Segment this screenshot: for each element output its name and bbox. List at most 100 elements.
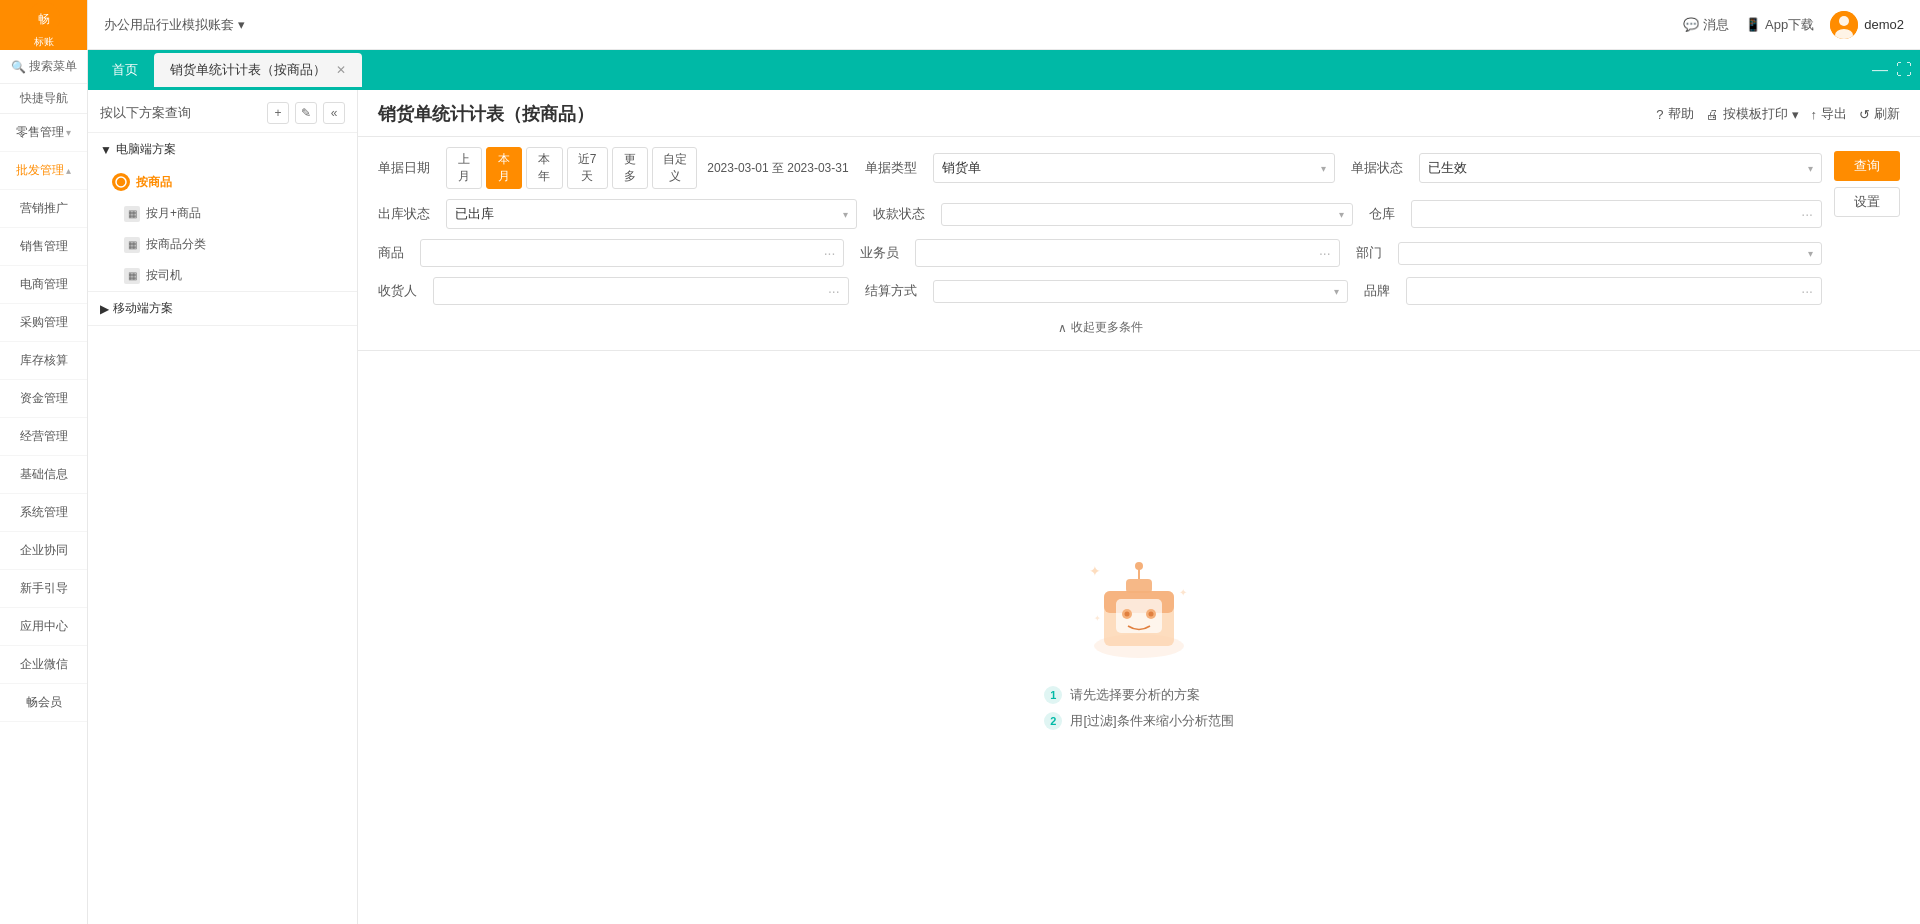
date-last-7-btn[interactable]: 近7天 [567, 147, 608, 189]
collapse-filters-btn[interactable]: ∧ 收起更多条件 [1058, 319, 1143, 336]
date-more-btn[interactable]: 更多 [612, 147, 648, 189]
filter-row-2: 出库状态 已出库 ▾ 收款状态 ▾ 仓库 ·· [378, 199, 1822, 229]
sidebar-item-purchase[interactable]: 采购管理 [0, 304, 87, 342]
collapse-up-icon: ∧ [1058, 321, 1067, 335]
sidebar-item-marketing[interactable]: 营销推广 [0, 190, 87, 228]
left-panel-title: 按以下方案查询 [100, 104, 191, 122]
user-menu[interactable]: demo2 [1830, 11, 1904, 39]
industry-selector[interactable]: 办公用品行业模拟账套 ▾ [104, 16, 245, 34]
sidebar-item-appcenter-label: 应用中心 [20, 619, 68, 633]
brand-input[interactable]: ··· [1406, 277, 1822, 305]
app-download-btn[interactable]: 📱 App下载 [1745, 16, 1814, 34]
export-btn[interactable]: ↑ 导出 [1811, 105, 1848, 123]
add-scheme-btn[interactable]: + [267, 102, 289, 124]
sidebar-item-appcenter[interactable]: 应用中心 [0, 608, 87, 646]
message-btn[interactable]: 💬 消息 [1683, 16, 1729, 34]
mobile-scheme-header[interactable]: ▶ 移动端方案 [88, 292, 357, 325]
scheme-by-product[interactable]: 按商品 [88, 166, 357, 198]
tab-close-icon[interactable]: ✕ [336, 63, 346, 77]
consignee-dots-icon: ··· [828, 283, 840, 299]
chevron-right-icon: ▾ [66, 127, 71, 138]
salesperson-input[interactable]: ··· [915, 239, 1339, 267]
sidebar-item-purchase-label: 采购管理 [20, 315, 68, 329]
logo-text: 标账 [34, 35, 54, 49]
date-custom-btn[interactable]: 自定义 [652, 147, 697, 189]
tab-home[interactable]: 首页 [96, 53, 154, 87]
refresh-btn[interactable]: ↺ 刷新 [1859, 105, 1900, 123]
search-menu-btn[interactable]: 🔍 搜索菜单 [0, 50, 87, 84]
sidebar-menu: 零售管理 ▾ 批发管理 ▴ 营销推广 销售管理 电商管理 采购管理 库存核算 资… [0, 114, 87, 924]
filter-row-1: 单据日期 上月 本月 本年 近7天 更多 自定义 2023-03-01 至 20… [378, 147, 1822, 189]
goods-dots-icon: ··· [824, 245, 836, 261]
header-left: 办公用品行业模拟账套 ▾ [104, 16, 245, 34]
sidebar-item-member[interactable]: 畅会员 [0, 684, 87, 722]
warehouse2-dots-icon: ··· [1801, 206, 1813, 222]
salesperson-label: 业务员 [860, 244, 899, 262]
date-this-year-btn[interactable]: 本年 [526, 147, 562, 189]
collapse-section: ∧ 收起更多条件 [378, 315, 1822, 340]
search-btn[interactable]: 查询 [1834, 151, 1900, 181]
scheme-by-month-product[interactable]: ▦ 按月+商品 [88, 198, 357, 229]
doc-type-selector[interactable]: 销货单 ▾ [933, 153, 1336, 183]
month-product-icon: ▦ [124, 206, 140, 222]
sidebar-item-basic-label: 基础信息 [20, 467, 68, 481]
tab-minimize-btn[interactable]: — [1872, 61, 1888, 79]
settlement-selector[interactable]: ▾ [933, 280, 1349, 303]
dept-arrow-icon: ▾ [1808, 248, 1813, 259]
settlement-label: 结算方式 [865, 282, 917, 300]
sidebar-item-inventory-label: 库存核算 [20, 353, 68, 367]
sidebar-item-newguide[interactable]: 新手引导 [0, 570, 87, 608]
sidebar-item-ecommerce[interactable]: 电商管理 [0, 266, 87, 304]
collapse-panel-btn[interactable]: « [323, 102, 345, 124]
settings-btn[interactable]: 设置 [1834, 187, 1900, 217]
pc-scheme-header[interactable]: ▼ 电脑端方案 [88, 133, 357, 166]
tab-sales-stat[interactable]: 销货单统计计表（按商品） ✕ [154, 53, 362, 87]
payment-status-selector[interactable]: ▾ [941, 203, 1352, 226]
sidebar-item-finance[interactable]: 资金管理 [0, 380, 87, 418]
scheme-by-product-label: 按商品 [136, 174, 172, 191]
dept-selector[interactable]: ▾ [1398, 242, 1822, 265]
warehouse-status-selector[interactable]: 已出库 ▾ [446, 199, 857, 229]
sidebar-item-enterprise[interactable]: 企业协同 [0, 532, 87, 570]
date-this-month-btn[interactable]: 本月 [486, 147, 522, 189]
sidebar-item-operation[interactable]: 经营管理 [0, 418, 87, 456]
header-right: 💬 消息 📱 App下载 demo2 [1683, 11, 1904, 39]
tab-maximize-btn[interactable]: ⛶ [1896, 61, 1912, 79]
tip-2-text: 用[过滤]条件来缩小分析范围 [1070, 712, 1233, 730]
sidebar-item-system[interactable]: 系统管理 [0, 494, 87, 532]
date-last-month-btn[interactable]: 上月 [446, 147, 482, 189]
sidebar-item-retail[interactable]: 零售管理 ▾ [0, 114, 87, 152]
tab-bar-actions: — ⛶ [1872, 61, 1912, 79]
app-logo[interactable]: 畅 标账 [0, 0, 87, 50]
sidebar-item-corpwechat[interactable]: 企业微信 [0, 646, 87, 684]
doc-status-selector[interactable]: 已生效 ▾ [1419, 153, 1822, 183]
consignee-input[interactable]: ··· [433, 277, 849, 305]
tab-home-label: 首页 [112, 61, 138, 79]
edit-scheme-btn[interactable]: ✎ [295, 102, 317, 124]
scheme-by-category[interactable]: ▦ 按商品分类 [88, 229, 357, 260]
sidebar-item-inventory[interactable]: 库存核算 [0, 342, 87, 380]
print-dropdown-icon: ▾ [1792, 107, 1799, 122]
chevron-up-icon: ▴ [66, 165, 71, 176]
template-print-btn[interactable]: 🖨 按模板打印 ▾ [1706, 105, 1799, 123]
svg-text:✦: ✦ [1089, 563, 1101, 579]
warehouse2-input[interactable]: ··· [1411, 200, 1822, 228]
sidebar-item-basic[interactable]: 基础信息 [0, 456, 87, 494]
page-header: 销货单统计计表（按商品） ? 帮助 🖨 按模板打印 ▾ ↑ [358, 90, 1920, 137]
goods-input[interactable]: ··· [420, 239, 844, 267]
payment-status-label: 收款状态 [873, 205, 925, 223]
left-panel: 按以下方案查询 + ✎ « ▼ 电脑端方案 [88, 90, 358, 924]
mobile-scheme-group: ▶ 移动端方案 [88, 292, 357, 326]
sidebar-item-wholesale[interactable]: 批发管理 ▴ [0, 152, 87, 190]
left-panel-header: 按以下方案查询 + ✎ « [88, 90, 357, 133]
tab-bar: 首页 销货单统计计表（按商品） ✕ — ⛶ [88, 50, 1920, 90]
sidebar-item-sales[interactable]: 销售管理 [0, 228, 87, 266]
scheme-by-cashier[interactable]: ▦ 按司机 [88, 260, 357, 291]
quick-nav-btn[interactable]: 快捷导航 [0, 84, 87, 114]
help-icon: ? [1656, 107, 1663, 122]
message-label: 消息 [1703, 16, 1729, 34]
salesperson-dots-icon: ··· [1319, 245, 1331, 261]
svg-text:畅: 畅 [38, 12, 50, 26]
help-btn[interactable]: ? 帮助 [1656, 105, 1693, 123]
sidebar-item-marketing-label: 营销推广 [20, 201, 68, 215]
